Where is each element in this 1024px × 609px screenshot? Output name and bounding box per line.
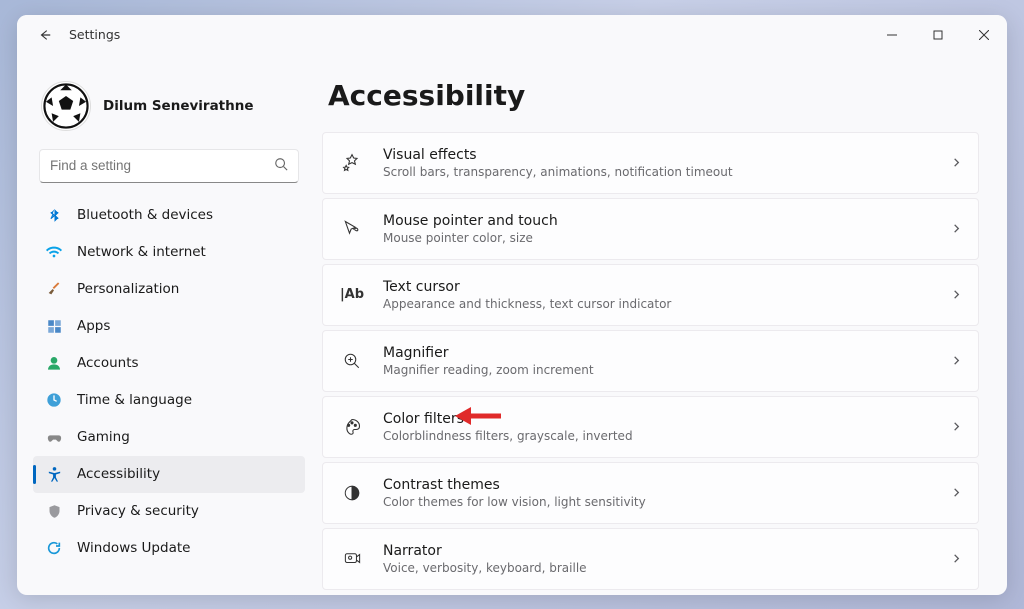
narrator-icon (339, 549, 365, 568)
sidebar-item-update[interactable]: Windows Update (33, 530, 305, 567)
card-title: Text cursor (383, 279, 951, 295)
card-title: Narrator (383, 543, 951, 559)
card-title: Magnifier (383, 345, 951, 361)
magnifier-icon (339, 352, 365, 370)
gamepad-icon (45, 428, 63, 446)
card-contrast-themes[interactable]: Contrast themes Color themes for low vis… (322, 462, 979, 524)
visual-effects-icon (339, 153, 365, 173)
clock-globe-icon (45, 391, 63, 409)
sidebar-item-personalization[interactable]: Personalization (33, 271, 305, 308)
sidebar-item-accessibility[interactable]: Accessibility (33, 456, 305, 493)
sidebar-item-time[interactable]: Time & language (33, 382, 305, 419)
scroll-indicator[interactable] (317, 195, 318, 555)
minimize-button[interactable] (869, 15, 915, 55)
sidebar-item-bluetooth[interactable]: Bluetooth & devices (33, 197, 305, 234)
chevron-right-icon (951, 285, 962, 304)
avatar-soccer-icon (43, 83, 89, 129)
mouse-pointer-icon (339, 219, 365, 239)
sidebar-item-label: Windows Update (77, 540, 190, 556)
card-magnifier[interactable]: Magnifier Magnifier reading, zoom increm… (322, 330, 979, 392)
window-controls (869, 15, 1007, 55)
profile-name: Dilum Senevirathne (103, 98, 254, 114)
sidebar-item-label: Time & language (77, 392, 192, 408)
text-cursor-icon: |Ab (339, 287, 365, 302)
sidebar-item-label: Privacy & security (77, 503, 199, 519)
chevron-right-icon (951, 219, 962, 238)
update-icon (45, 539, 63, 557)
card-title: Contrast themes (383, 477, 951, 493)
sidebar-item-label: Gaming (77, 429, 130, 445)
back-button[interactable] (29, 19, 61, 51)
card-narrator[interactable]: Narrator Voice, verbosity, keyboard, bra… (322, 528, 979, 590)
sidebar-item-label: Apps (77, 318, 110, 334)
settings-window: Settings (17, 15, 1007, 595)
chevron-right-icon (951, 417, 962, 436)
back-arrow-icon (38, 28, 52, 42)
search-input[interactable] (50, 158, 274, 173)
sidebar: Dilum Senevirathne Bluetooth & devices (17, 55, 317, 595)
search-icon (274, 157, 288, 175)
minimize-icon (887, 30, 897, 40)
card-subtitle: Appearance and thickness, text cursor in… (383, 297, 951, 311)
nav-list: Bluetooth & devices Network & internet P… (33, 197, 305, 595)
chevron-right-icon (951, 483, 962, 502)
profile[interactable]: Dilum Senevirathne (33, 67, 305, 149)
avatar (41, 81, 91, 131)
card-subtitle: Color themes for low vision, light sensi… (383, 495, 951, 509)
card-subtitle: Magnifier reading, zoom increment (383, 363, 951, 377)
close-button[interactable] (961, 15, 1007, 55)
maximize-icon (933, 30, 943, 40)
palette-icon (339, 417, 365, 437)
card-title: Visual effects (383, 147, 951, 163)
sidebar-item-label: Accounts (77, 355, 139, 371)
sidebar-item-label: Personalization (77, 281, 179, 297)
sidebar-item-label: Bluetooth & devices (77, 207, 213, 223)
card-subtitle: Scroll bars, transparency, animations, n… (383, 165, 951, 179)
sidebar-item-label: Network & internet (77, 244, 206, 260)
sidebar-item-apps[interactable]: Apps (33, 308, 305, 345)
card-visual-effects[interactable]: Visual effects Scroll bars, transparency… (322, 132, 979, 194)
card-color-filters[interactable]: Color filters Colorblindness filters, gr… (322, 396, 979, 458)
sidebar-item-accounts[interactable]: Accounts (33, 345, 305, 382)
sidebar-item-gaming[interactable]: Gaming (33, 419, 305, 456)
content-area: Accessibility Visual effects Scroll bars… (317, 55, 1007, 595)
bluetooth-icon (45, 206, 63, 224)
card-subtitle: Colorblindness filters, grayscale, inver… (383, 429, 951, 443)
window-title: Settings (69, 27, 120, 42)
shield-icon (45, 502, 63, 520)
apps-icon (45, 317, 63, 335)
card-subtitle: Mouse pointer color, size (383, 231, 951, 245)
card-title: Mouse pointer and touch (383, 213, 951, 229)
chevron-right-icon (951, 351, 962, 370)
close-icon (979, 30, 989, 40)
card-title: Color filters (383, 411, 951, 427)
sidebar-item-label: Accessibility (77, 466, 160, 482)
search-box[interactable] (39, 149, 299, 183)
sidebar-item-network[interactable]: Network & internet (33, 234, 305, 271)
chevron-right-icon (951, 549, 962, 568)
chevron-right-icon (951, 153, 962, 172)
wifi-icon (45, 243, 63, 261)
person-icon (45, 354, 63, 372)
card-mouse-pointer[interactable]: Mouse pointer and touch Mouse pointer co… (322, 198, 979, 260)
page-title: Accessibility (328, 79, 979, 112)
card-text-cursor[interactable]: |Ab Text cursor Appearance and thickness… (322, 264, 979, 326)
card-subtitle: Voice, verbosity, keyboard, braille (383, 561, 951, 575)
accessibility-icon (45, 465, 63, 483)
titlebar: Settings (17, 15, 1007, 55)
sidebar-item-privacy[interactable]: Privacy & security (33, 493, 305, 530)
contrast-icon (339, 484, 365, 502)
paintbrush-icon (45, 280, 63, 298)
maximize-button[interactable] (915, 15, 961, 55)
